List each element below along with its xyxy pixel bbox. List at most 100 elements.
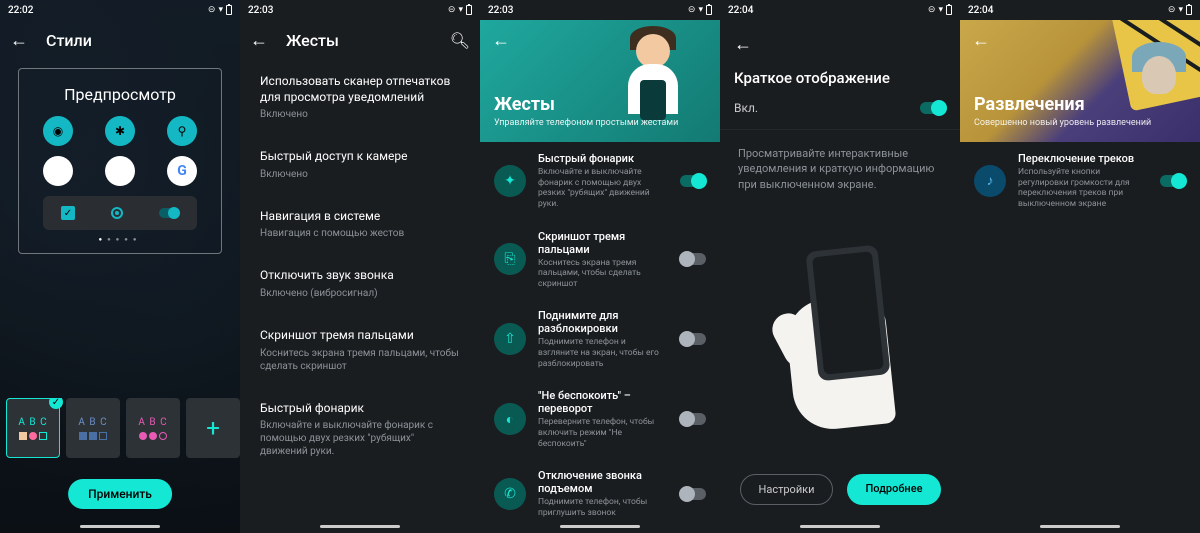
theme-card-marine[interactable]: A B C Marine (66, 398, 120, 458)
setting-item[interactable]: Скриншот тремя пальцами Коснитесь экрана… (240, 314, 480, 387)
nav-handle[interactable] (1040, 525, 1120, 528)
gesture-toggle[interactable] (680, 333, 706, 345)
theme-preview-shapes (139, 432, 167, 440)
gesture-subtitle: Поднимите телефон, чтобы приглушить звон… (538, 497, 668, 518)
screen-gestures-moto: 22:03 ⊝▾ ← Жесты Управляйте телефоном пр… (480, 0, 720, 533)
gesture-subtitle: Коснитесь экрана тремя пальцами, чтобы с… (538, 258, 668, 290)
gesture-icon: ⇧ (494, 323, 526, 355)
nav-handle[interactable] (800, 525, 880, 528)
setting-item[interactable]: Использовать сканер отпечатков для просм… (240, 60, 480, 135)
gesture-item[interactable]: ◐ "Не беспокоить" – переворот Перевернит… (480, 379, 720, 459)
gesture-item[interactable]: ⎘ Скриншот тремя пальцами Коснитесь экра… (480, 220, 720, 300)
theme-card-moto[interactable]: A B C Moto (6, 398, 60, 458)
setting-title: Использовать сканер отпечатков для просм… (260, 74, 464, 105)
settings-list: Использовать сканер отпечатков для просм… (240, 60, 480, 472)
setting-title: Быстрый доступ к камере (260, 149, 464, 165)
back-icon[interactable]: ← (972, 30, 990, 51)
description-text: Просматривайте интерактивные уведомления… (720, 130, 960, 208)
back-icon[interactable]: ← (250, 30, 268, 51)
hero-subtitle: Управляйте телефоном простыми жестами (494, 118, 706, 128)
back-icon[interactable]: ← (10, 30, 28, 51)
theme-list[interactable]: A B C Moto A B C Marine A B C Bloom + (6, 398, 240, 458)
entertainment-list: ♪ Переключение треков Используйте кнопки… (960, 142, 1200, 220)
gesture-icon: ✦ (494, 165, 526, 197)
status-icons: ⊝▾ (448, 5, 472, 15)
search-icon[interactable]: 🔍︎ (450, 31, 470, 50)
add-icon: + (206, 414, 220, 442)
on-label: Вкл. (734, 101, 758, 115)
theme-card-bloom[interactable]: A B C Bloom (126, 398, 180, 458)
header: ← Жесты 🔍︎ (240, 20, 480, 60)
header: ← Стили (0, 20, 240, 60)
status-time: 22:04 (968, 5, 993, 16)
gesture-title: Отключение звонка подъемом (538, 469, 668, 495)
page-dots: ●●●●● (27, 236, 213, 243)
settings-button[interactable]: Настройки (740, 474, 834, 505)
setting-subtitle: Коснитесь экрана тремя пальцами, чтобы с… (260, 347, 464, 373)
back-icon[interactable]: ← (492, 30, 510, 51)
gesture-subtitle: Поднимите телефон и взгляните на экран, … (538, 337, 668, 369)
theme-preview-shapes (79, 432, 107, 440)
more-button[interactable]: Подробнее (847, 474, 940, 505)
gesture-icon: ◐ (494, 403, 526, 435)
setting-subtitle: Навигация с помощью жестов (260, 227, 464, 240)
gesture-icon: ✆ (494, 478, 526, 510)
gesture-item[interactable]: ⇧ Поднимите для разблокировки Поднимите … (480, 299, 720, 379)
theme-preview-text: A B C (18, 417, 47, 428)
status-icons: ⊝▾ (688, 5, 712, 15)
hero-title: Жесты (494, 94, 706, 115)
gesture-toggle[interactable] (680, 413, 706, 425)
qs-icon-row: ◉ ✱ ⚲ (27, 116, 213, 146)
status-time: 22:02 (8, 5, 33, 16)
button-row: Настройки Подробнее (720, 474, 960, 505)
setting-subtitle: Включено (вибросигнал) (260, 287, 464, 300)
gesture-title: Быстрый фонарик (538, 152, 668, 165)
gesture-toggle-list: ✦ Быстрый фонарик Включайте и выключайте… (480, 142, 720, 528)
item-title: Переключение треков (1018, 152, 1148, 165)
status-time: 22:03 (248, 5, 273, 16)
gesture-toggle[interactable] (680, 488, 706, 500)
theme-card-тема[interactable]: + Тема (186, 398, 240, 458)
status-bar: 22:02 ⊝▾ (0, 0, 240, 20)
entertainment-item[interactable]: ♪ Переключение треков Используйте кнопки… (960, 142, 1200, 220)
theme-preview-text: A B C (138, 417, 167, 428)
gesture-subtitle: Включайте и выключайте фонарик с помощью… (538, 167, 668, 210)
wifi-icon: ◉ (43, 116, 73, 146)
gesture-toggle[interactable] (680, 175, 706, 187)
setting-item[interactable]: Быстрый фонарик Включайте и выключайте ф… (240, 387, 480, 473)
page-title: Стили (46, 31, 92, 50)
back-icon[interactable]: ← (734, 34, 752, 55)
theme-preview-text: A B C (78, 417, 107, 428)
toggle-icon (159, 208, 179, 218)
checkbox-icon: ✓ (61, 206, 75, 220)
hand-phone-illustration (760, 228, 920, 428)
screen-gestures-list: 22:03 ⊝▾ ← Жесты 🔍︎ Использовать сканер … (240, 0, 480, 533)
item-toggle[interactable] (1160, 175, 1186, 187)
status-icons: ⊝▾ (208, 5, 232, 15)
setting-title: Скриншот тремя пальцами (260, 328, 464, 344)
status-bar: 22:04 ⊝▾ (720, 0, 960, 20)
setting-item[interactable]: Отключить звук звонка Включено (вибросиг… (240, 254, 480, 314)
setting-item[interactable]: Навигация в системе Навигация с помощью … (240, 195, 480, 255)
nav-handle[interactable] (320, 525, 400, 528)
header: ← Краткое отображение (720, 20, 960, 87)
nav-handle[interactable] (80, 525, 160, 528)
item-subtitle: Используйте кнопки регулировки громкости… (1018, 167, 1148, 210)
radio-icon (111, 207, 123, 219)
gesture-item[interactable]: ✆ Отключение звонка подъемом Поднимите т… (480, 459, 720, 528)
master-toggle[interactable] (920, 102, 946, 114)
gesture-item[interactable]: ✦ Быстрый фонарик Включайте и выключайте… (480, 142, 720, 220)
page-title: Жесты (286, 31, 339, 50)
location-icon: ⚲ (167, 116, 197, 146)
hero-banner: ← Развлечения Совершенно новый уровень р… (960, 20, 1200, 142)
gesture-subtitle: Переверните телефон, чтобы включить режи… (538, 417, 668, 449)
gesture-title: Поднимите для разблокировки (538, 309, 668, 335)
nav-handle[interactable] (560, 525, 640, 528)
gesture-toggle[interactable] (680, 253, 706, 265)
track-switch-icon: ♪ (974, 165, 1006, 197)
status-bar: 22:03 ⊝▾ (240, 0, 480, 20)
apply-button[interactable]: Применить (68, 479, 172, 509)
setting-item[interactable]: Быстрый доступ к камере Включено (240, 135, 480, 195)
hero-title: Развлечения (974, 94, 1186, 115)
setting-subtitle: Включено (260, 108, 464, 121)
